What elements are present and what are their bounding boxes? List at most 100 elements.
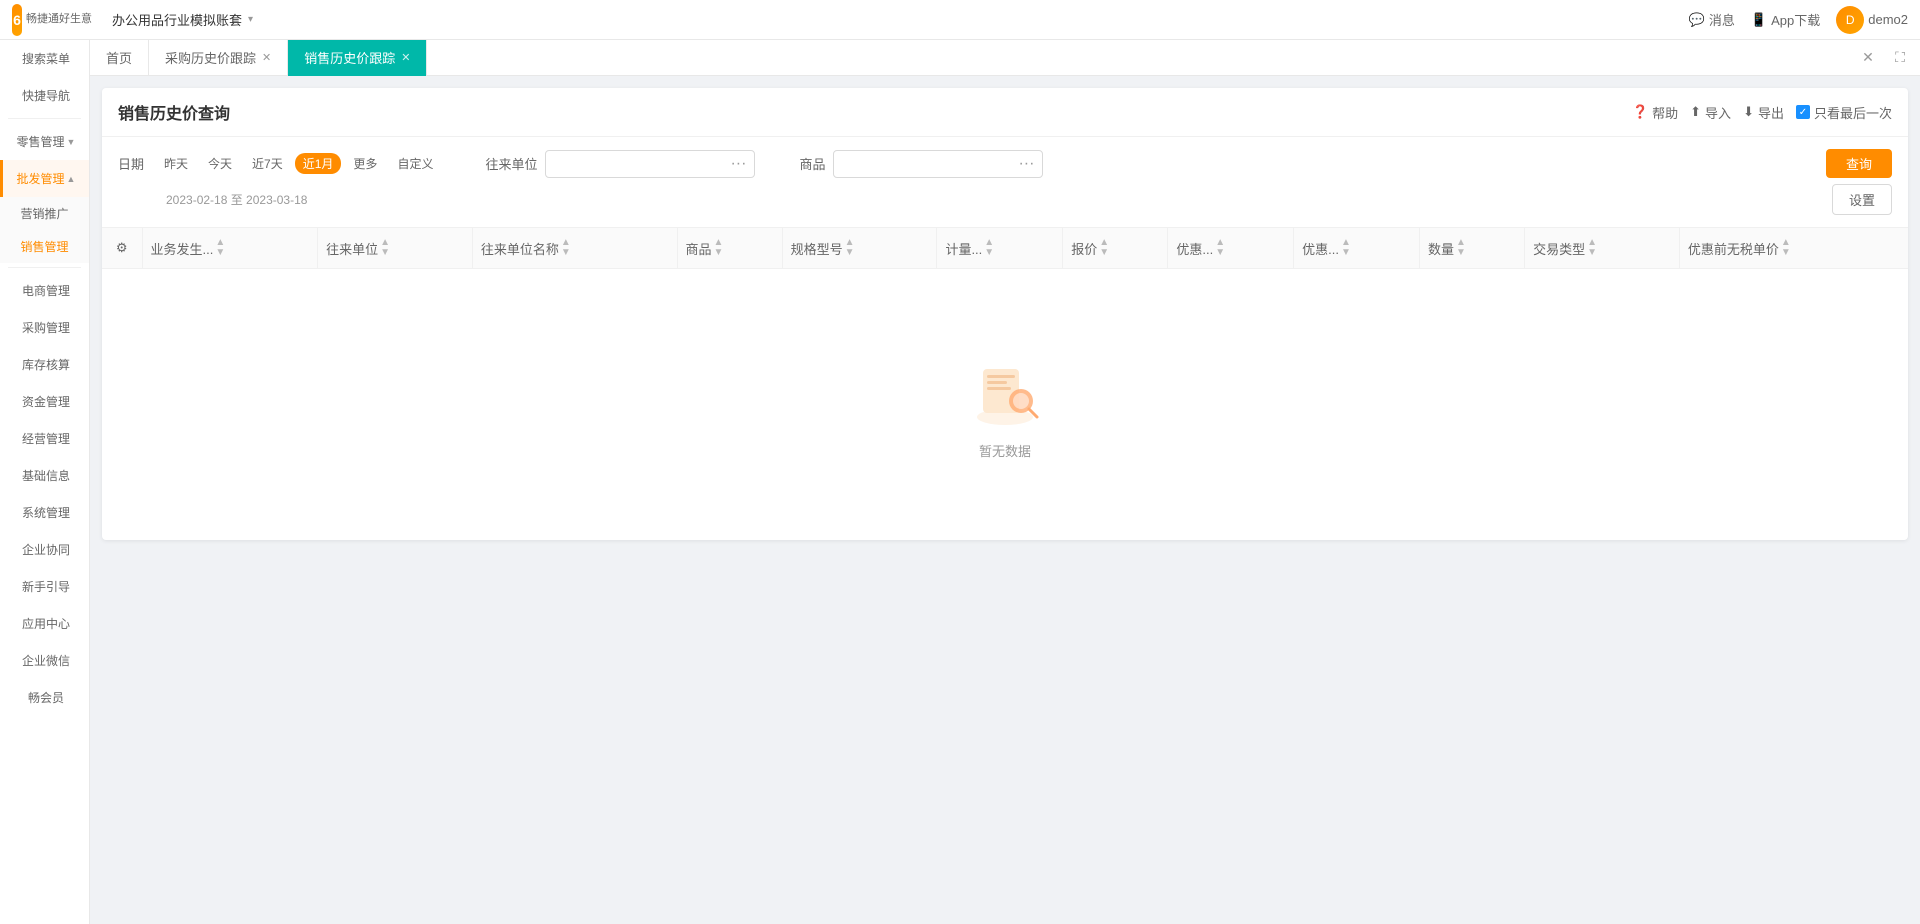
import-button[interactable]: ⬆ 导入 bbox=[1690, 103, 1731, 122]
empty-state: 暂无数据 bbox=[102, 269, 1908, 540]
export-icon: ⬇ bbox=[1743, 104, 1754, 120]
sidebar-sub-sales[interactable]: 销售管理 bbox=[0, 230, 89, 263]
date-btn-today[interactable]: 今天 bbox=[200, 153, 240, 174]
tab-home-label: 首页 bbox=[106, 48, 132, 67]
sidebar-label-inventory: 库存核算 bbox=[22, 358, 70, 372]
title-dropdown-icon[interactable]: ▾ bbox=[248, 14, 253, 25]
app-download-button[interactable]: 📱 App下载 bbox=[1751, 10, 1820, 29]
message-button[interactable]: 💬 消息 bbox=[1689, 10, 1735, 29]
tab-sales-history-close[interactable]: ✕ bbox=[401, 51, 410, 64]
product-input-dots[interactable]: ··· bbox=[1018, 155, 1034, 173]
partner-input-dots[interactable]: ··· bbox=[730, 155, 746, 173]
settings-button[interactable]: 设置 bbox=[1832, 184, 1892, 215]
table-header-quantity[interactable]: 数量 ▲▼ bbox=[1419, 228, 1524, 269]
retail-arrow-icon: ▼ bbox=[67, 137, 76, 147]
sidebar-item-enterprise[interactable]: 企业协同 bbox=[0, 531, 89, 568]
sidebar-item-quick[interactable]: 快捷导航 bbox=[0, 77, 89, 114]
table-header-product[interactable]: 商品 ▲▼ bbox=[677, 228, 782, 269]
sidebar-item-wholesale[interactable]: 批发管理 ▲ bbox=[0, 160, 89, 197]
sidebar-item-basic[interactable]: 基础信息 bbox=[0, 457, 89, 494]
sidebar-label-system: 系统管理 bbox=[22, 506, 70, 520]
sidebar-label-finance: 资金管理 bbox=[22, 395, 70, 409]
table-header-gear[interactable]: ⚙ bbox=[102, 228, 142, 269]
query-button[interactable]: 查询 bbox=[1826, 149, 1892, 178]
table-header-partner-name-label: 往来单位名称 bbox=[481, 239, 559, 258]
page-header-actions: ❓ 帮助 ⬆ 导入 ⬇ 导出 ✓ 只看最后一次 bbox=[1632, 103, 1892, 122]
tab-bar-actions: ✕ ⛶ bbox=[1856, 46, 1920, 70]
user-profile[interactable]: D demo2 bbox=[1836, 6, 1908, 34]
date-btn-1month[interactable]: 近1月 bbox=[295, 153, 342, 174]
import-label: 导入 bbox=[1705, 103, 1731, 122]
help-button[interactable]: ❓ 帮助 bbox=[1632, 103, 1678, 122]
sidebar-label-newuser: 新手引导 bbox=[22, 580, 70, 594]
table-header-spec[interactable]: 规格型号 ▲▼ bbox=[782, 228, 937, 269]
app-download-label: App下载 bbox=[1771, 10, 1820, 29]
table-header-discount1[interactable]: 优惠... ▲▼ bbox=[1168, 228, 1294, 269]
sort-icon-trade-type: ▲▼ bbox=[1587, 238, 1597, 258]
app-title-area: 办公用品行业模拟账套 ▾ bbox=[92, 10, 1689, 29]
table-header-unit[interactable]: 计量... ▲▼ bbox=[937, 228, 1063, 269]
sidebar-label-wechat: 企业微信 bbox=[22, 654, 70, 668]
date-btn-7days[interactable]: 近7天 bbox=[244, 153, 291, 174]
sort-icon-biz-date: ▲▼ bbox=[215, 238, 225, 258]
table-header-partner-code[interactable]: 往来单位 ▲▼ bbox=[318, 228, 473, 269]
page-card: 销售历史价查询 ❓ 帮助 ⬆ 导入 ⬇ 导出 bbox=[102, 88, 1908, 540]
wholesale-arrow-icon: ▲ bbox=[67, 174, 76, 184]
top-bar: 6 畅捷通好生意 办公用品行业模拟账套 ▾ 💬 消息 📱 App下载 D dem… bbox=[0, 0, 1920, 40]
sort-icon-pretax-price: ▲▼ bbox=[1781, 238, 1791, 258]
table-header-spec-label: 规格型号 bbox=[791, 239, 843, 258]
message-label: 消息 bbox=[1709, 10, 1735, 29]
sidebar-item-ecommerce[interactable]: 电商管理 bbox=[0, 272, 89, 309]
table-header-partner-name[interactable]: 往来单位名称 ▲▼ bbox=[472, 228, 677, 269]
partner-filter-label: 往来单位 bbox=[485, 154, 537, 173]
table-header-row: ⚙ 业务发生... ▲▼ 往来 bbox=[102, 228, 1908, 269]
tab-purchase-history-close[interactable]: ✕ bbox=[262, 51, 271, 64]
table-header-pretax-price[interactable]: 优惠前无税单价 ▲▼ bbox=[1679, 228, 1908, 269]
sidebar-item-purchase[interactable]: 采购管理 bbox=[0, 309, 89, 346]
table-header-quote[interactable]: 报价 ▲▼ bbox=[1063, 228, 1168, 269]
date-btn-custom[interactable]: 自定义 bbox=[389, 153, 441, 174]
sidebar-item-system[interactable]: 系统管理 bbox=[0, 494, 89, 531]
tab-purchase-history[interactable]: 采购历史价跟踪 ✕ bbox=[149, 40, 288, 76]
sidebar-item-operations[interactable]: 经营管理 bbox=[0, 420, 89, 457]
sidebar-label-quick: 快捷导航 bbox=[22, 89, 70, 103]
table-header-trade-type[interactable]: 交易类型 ▲▼ bbox=[1525, 228, 1680, 269]
date-btn-yesterday[interactable]: 昨天 bbox=[156, 153, 196, 174]
sidebar-item-apps[interactable]: 应用中心 bbox=[0, 605, 89, 642]
sidebar-label-sales: 销售管理 bbox=[20, 240, 68, 254]
sidebar-item-inventory[interactable]: 库存核算 bbox=[0, 346, 89, 383]
partner-input-wrapper: ··· bbox=[545, 150, 755, 178]
sidebar-label-operations: 经营管理 bbox=[22, 432, 70, 446]
only-last-checkbox[interactable]: ✓ 只看最后一次 bbox=[1796, 103, 1892, 122]
sidebar-label-apps: 应用中心 bbox=[22, 617, 70, 631]
maximize-button[interactable]: ⛶ bbox=[1888, 46, 1912, 70]
sidebar-item-retail[interactable]: 零售管理 ▼ bbox=[0, 123, 89, 160]
product-filter-label: 商品 bbox=[799, 154, 825, 173]
sidebar-divider-1 bbox=[8, 118, 81, 119]
sort-icon-partner-code: ▲▼ bbox=[380, 238, 390, 258]
sort-icon-quote: ▲▼ bbox=[1099, 238, 1109, 258]
data-table: ⚙ 业务发生... ▲▼ 往来 bbox=[102, 228, 1908, 269]
product-input[interactable] bbox=[842, 156, 1018, 171]
tab-sales-history[interactable]: 销售历史价跟踪 ✕ bbox=[288, 40, 427, 76]
table-header-biz-date[interactable]: 业务发生... ▲▼ bbox=[142, 228, 318, 269]
filter-line-2: 2023-02-18 至 2023-03-18 设置 bbox=[118, 184, 1892, 215]
username: demo2 bbox=[1868, 12, 1908, 27]
date-btn-more[interactable]: 更多 bbox=[345, 153, 385, 174]
date-buttons: 昨天 今天 近7天 近1月 更多 自定义 bbox=[156, 153, 441, 174]
table-header-discount2[interactable]: 优惠... ▲▼ bbox=[1294, 228, 1420, 269]
page-title: 销售历史价查询 bbox=[118, 100, 230, 124]
sidebar-item-member[interactable]: 畅会员 bbox=[0, 679, 89, 716]
sidebar-item-search[interactable]: 搜索菜单 bbox=[0, 40, 89, 77]
sidebar-item-wechat[interactable]: 企业微信 bbox=[0, 642, 89, 679]
close-all-tabs-button[interactable]: ✕ bbox=[1856, 46, 1880, 70]
tab-home[interactable]: 首页 bbox=[90, 40, 149, 76]
sidebar-label-wholesale: 批发管理 bbox=[17, 170, 65, 187]
sidebar-item-finance[interactable]: 资金管理 bbox=[0, 383, 89, 420]
table-wrap: ⚙ 业务发生... ▲▼ 往来 bbox=[102, 228, 1908, 269]
partner-input[interactable] bbox=[554, 156, 730, 171]
export-button[interactable]: ⬇ 导出 bbox=[1743, 103, 1784, 122]
sidebar-item-newuser[interactable]: 新手引导 bbox=[0, 568, 89, 605]
sidebar-label-retail: 零售管理 bbox=[17, 133, 65, 150]
sidebar-sub-marketing[interactable]: 营销推广 bbox=[0, 197, 89, 230]
